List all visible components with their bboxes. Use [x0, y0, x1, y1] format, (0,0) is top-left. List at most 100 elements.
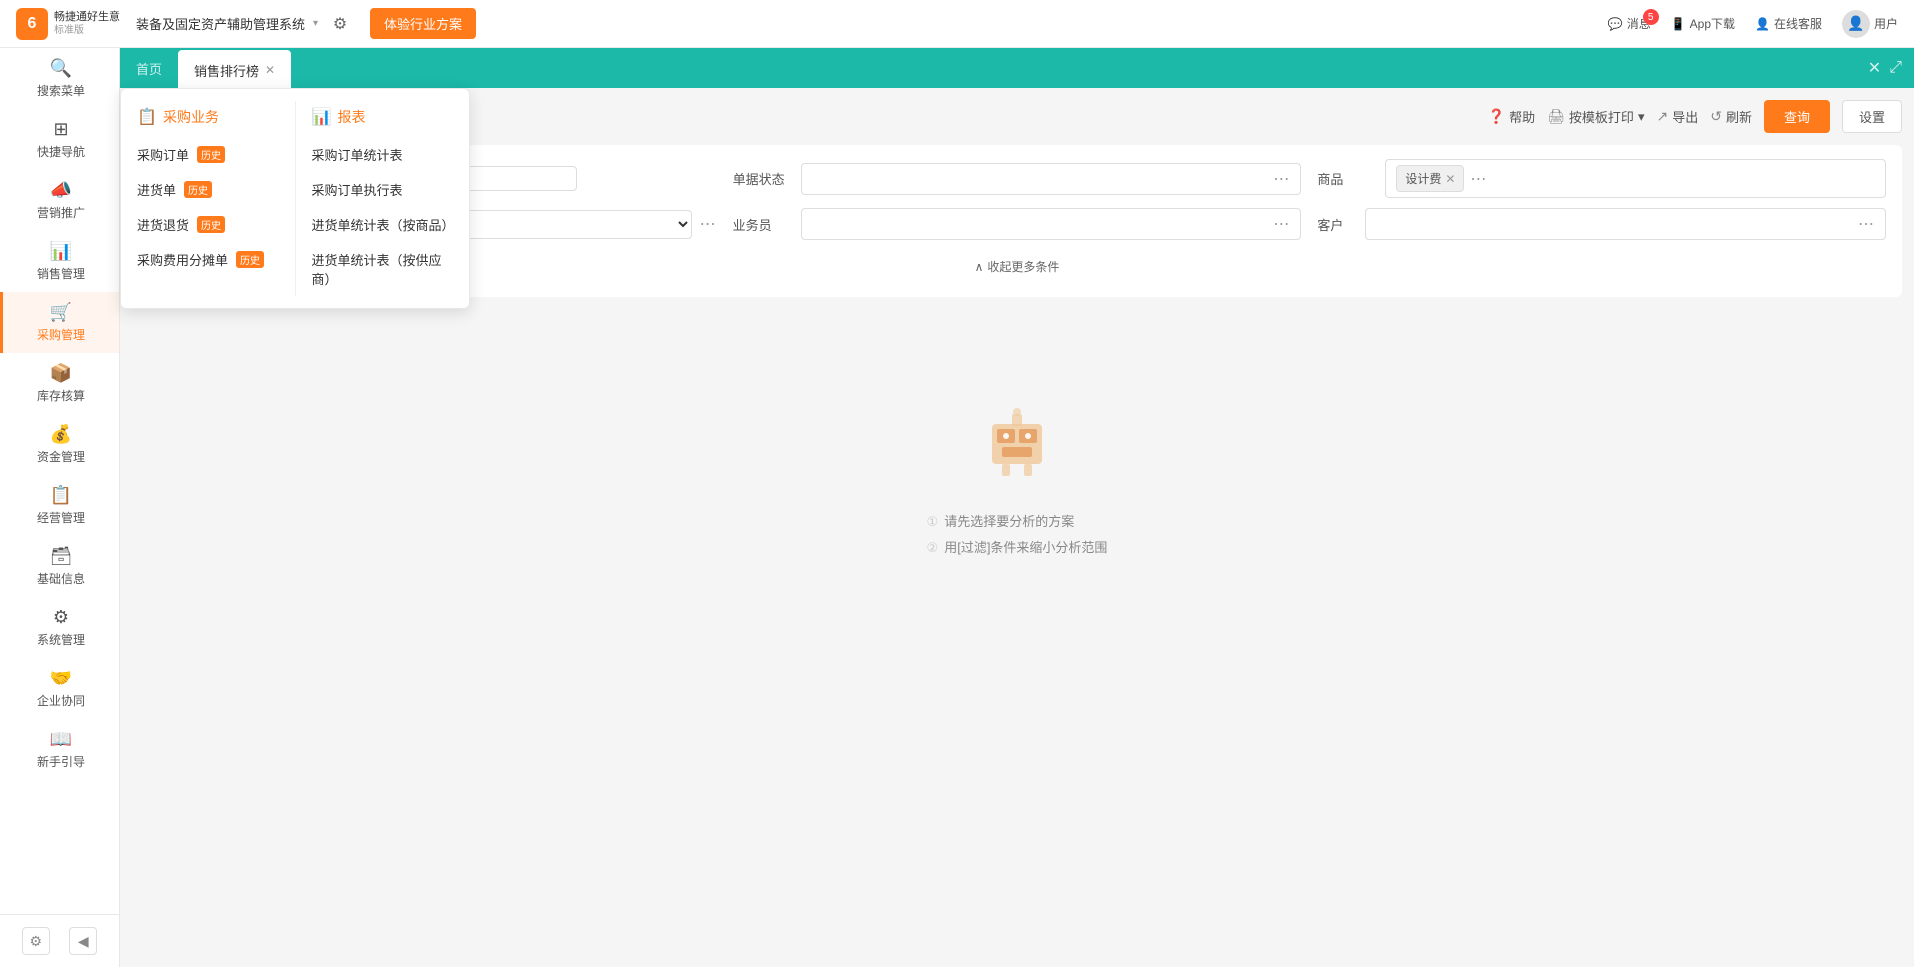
print-label: 按模板打印 — [1569, 107, 1634, 126]
purchase-return-item[interactable]: 进货退货 历史 — [129, 207, 287, 242]
grid-icon: ⊞ — [53, 119, 68, 140]
purchase-order-badge: 历史 — [197, 146, 225, 163]
salesperson-dots[interactable]: ⋯ — [1273, 214, 1290, 234]
salesperson-input[interactable]: ⋯ — [801, 208, 1302, 240]
system-settings-button[interactable]: ⚙ — [326, 10, 354, 38]
system-icon: ⚙ — [53, 607, 69, 628]
tip-item-2: ② 用[过滤]条件来缩小分析范围 — [927, 535, 1108, 561]
tab-close-icon[interactable]: ✕ — [265, 63, 275, 77]
rank-dots[interactable]: ⋯ — [700, 214, 717, 234]
sidebar-item-basicinfo-label: 基础信息 — [37, 570, 85, 587]
header-right: 💬 消息 5 📱 App下载 👤 在线客服 👤 用户 — [1608, 10, 1898, 38]
sidebar-item-sales-label: 销售管理 — [37, 265, 85, 282]
sidebar-item-basic-info[interactable]: 🗃 基础信息 — [0, 536, 119, 597]
report-order-stat-item[interactable]: 采购订单统计表 — [304, 137, 462, 172]
print-arrow[interactable]: ▾ — [1638, 109, 1645, 125]
sidebar-item-guide[interactable]: 📖 新手引导 — [0, 719, 119, 780]
purchase-return-badge: 历史 — [197, 216, 225, 233]
customer-input[interactable]: ⋯ — [1365, 208, 1886, 240]
sidebar-item-sales[interactable]: 📊 销售管理 — [0, 231, 119, 292]
service-icon: 👤 — [1755, 17, 1770, 31]
print-button[interactable]: 🖨 按模板打印 ▾ — [1547, 107, 1644, 126]
sidebar-item-system-label: 系统管理 — [37, 631, 85, 648]
sidebar-item-finance-label: 资金管理 — [37, 448, 85, 465]
marketing-icon: 📣 — [50, 180, 72, 201]
sidebar-item-enterprise[interactable]: 🤝 企业协同 — [0, 658, 119, 719]
goods-input[interactable]: 设计费 ✕ ⋯ — [1385, 159, 1886, 198]
sidebar: 🔍 搜索菜单 ⊞ 快捷导航 📣 营销推广 📊 销售管理 🛒 采购管理 📦 库存核… — [0, 48, 120, 967]
logo-area: 6 畅捷通好生意 标准版 — [16, 8, 136, 40]
purchase-incoming-item[interactable]: 进货单 历史 — [129, 172, 287, 207]
sidebar-item-search[interactable]: 🔍 搜索菜单 — [0, 48, 119, 109]
help-button[interactable]: ❓ 帮助 — [1488, 107, 1535, 126]
customer-label: 客户 — [1317, 215, 1357, 234]
purchase-incoming-label: 进货单 — [137, 180, 176, 199]
refresh-label: 刷新 — [1726, 107, 1752, 126]
purchase-business-icon: 📋 — [137, 107, 157, 127]
empty-state: ① 请先选择要分析的方案 ② 用[过滤]条件来缩小分析范围 — [132, 309, 1902, 641]
purchase-expense-label: 采购费用分摊单 — [137, 250, 228, 269]
tab-home[interactable]: 首页 — [120, 48, 178, 88]
doc-status-input[interactable]: ⋯ — [801, 163, 1302, 195]
export-label: 导出 — [1672, 107, 1698, 126]
operations-icon: 📋 — [50, 485, 72, 506]
logo-line1: 畅捷通好生意 — [54, 10, 120, 24]
goods-dots[interactable]: ⋯ — [1470, 169, 1487, 189]
tip-text-1: 请先选择要分析的方案 — [944, 509, 1074, 535]
app-download-action[interactable]: 📱 App下载 — [1671, 15, 1735, 32]
help-label: 帮助 — [1509, 107, 1535, 126]
sidebar-item-search-label: 搜索菜单 — [37, 82, 85, 99]
user-action[interactable]: 👤 用户 — [1842, 10, 1898, 38]
message-action[interactable]: 💬 消息 5 — [1608, 15, 1651, 32]
report-order-exec-item[interactable]: 采购订单执行表 — [304, 172, 462, 207]
tab-bar: 首页 销售排行榜 ✕ ✕ ⤢ — [120, 48, 1914, 88]
industry-btn[interactable]: 体验行业方案 — [370, 8, 476, 39]
online-service-action[interactable]: 👤 在线客服 — [1755, 15, 1822, 32]
reports-col: 📊 报表 采购订单统计表 采购订单执行表 进货单统计表（按商品） 进货单统计表（… — [295, 101, 470, 296]
sidebar-settings-button[interactable]: ⚙ — [22, 927, 50, 955]
filter-goods-group: 商品 设计费 ✕ ⋯ — [1317, 159, 1886, 198]
phone-icon: 📱 — [1671, 17, 1686, 31]
sidebar-item-inventory[interactable]: 📦 库存核算 — [0, 353, 119, 414]
sidebar-item-purchase[interactable]: 🛒 采购管理 — [0, 292, 119, 353]
tab-close-all-button[interactable]: ✕ — [1868, 58, 1881, 78]
filter-docstatus-group: 单据状态 ⋯ — [733, 163, 1302, 195]
goods-tag[interactable]: 设计费 ✕ — [1396, 165, 1464, 192]
purchase-order-item[interactable]: 采购订单 历史 — [129, 137, 287, 172]
report-incoming-goods-item[interactable]: 进货单统计表（按商品） — [304, 207, 462, 242]
report-incoming-goods-label: 进货单统计表（按商品） — [312, 215, 454, 234]
tip-item-1: ① 请先选择要分析的方案 — [927, 509, 1108, 535]
tab-expand-button[interactable]: ⤢ — [1889, 59, 1902, 77]
reports-icon: 📊 — [312, 107, 332, 127]
sidebar-collapse-button[interactable]: ◀ — [69, 927, 97, 955]
sidebar-item-quick-nav[interactable]: ⊞ 快捷导航 — [0, 109, 119, 170]
settings-button[interactable]: 设置 — [1842, 100, 1902, 133]
sidebar-item-guide-label: 新手引导 — [37, 753, 85, 770]
doc-status-dots[interactable]: ⋯ — [1273, 169, 1290, 189]
sidebar-item-operations[interactable]: 📋 经营管理 — [0, 475, 119, 536]
purchase-icon: 🛒 — [50, 302, 72, 323]
export-button[interactable]: ↗ 导出 — [1656, 107, 1698, 126]
customer-dots[interactable]: ⋯ — [1858, 214, 1875, 234]
sidebar-item-finance[interactable]: 💰 资金管理 — [0, 414, 119, 475]
report-incoming-supplier-item[interactable]: 进货单统计表（按供应商） — [304, 242, 462, 296]
report-order-exec-label: 采购订单执行表 — [312, 180, 403, 199]
empty-icon — [967, 389, 1067, 489]
purchase-business-col: 📋 采购业务 采购订单 历史 进货单 历史 进货退货 历史 采购费用分摊单 历史 — [121, 101, 295, 296]
purchase-expense-item[interactable]: 采购费用分摊单 历史 — [129, 242, 287, 277]
report-incoming-supplier-label: 进货单统计表（按供应商） — [312, 250, 454, 288]
inventory-icon: 📦 — [50, 363, 72, 384]
sidebar-item-operations-label: 经营管理 — [37, 509, 85, 526]
refresh-button[interactable]: ↺ 刷新 — [1710, 107, 1752, 126]
system-title-arrow[interactable]: ▾ — [313, 18, 318, 29]
tip-num-2: ② — [927, 535, 939, 561]
tab-sales-rank[interactable]: 销售排行榜 ✕ — [178, 50, 291, 90]
tab-home-label: 首页 — [136, 59, 162, 78]
goods-tag-close[interactable]: ✕ — [1445, 172, 1455, 186]
logo-icon: 6 — [16, 8, 48, 40]
purchase-incoming-badge: 历史 — [184, 181, 212, 198]
query-button[interactable]: 查询 — [1764, 100, 1830, 133]
top-header: 6 畅捷通好生意 标准版 装备及固定资产辅助管理系统 ▾ ⚙ 体验行业方案 💬 … — [0, 0, 1914, 48]
sidebar-item-system[interactable]: ⚙ 系统管理 — [0, 597, 119, 658]
sidebar-item-marketing[interactable]: 📣 营销推广 — [0, 170, 119, 231]
